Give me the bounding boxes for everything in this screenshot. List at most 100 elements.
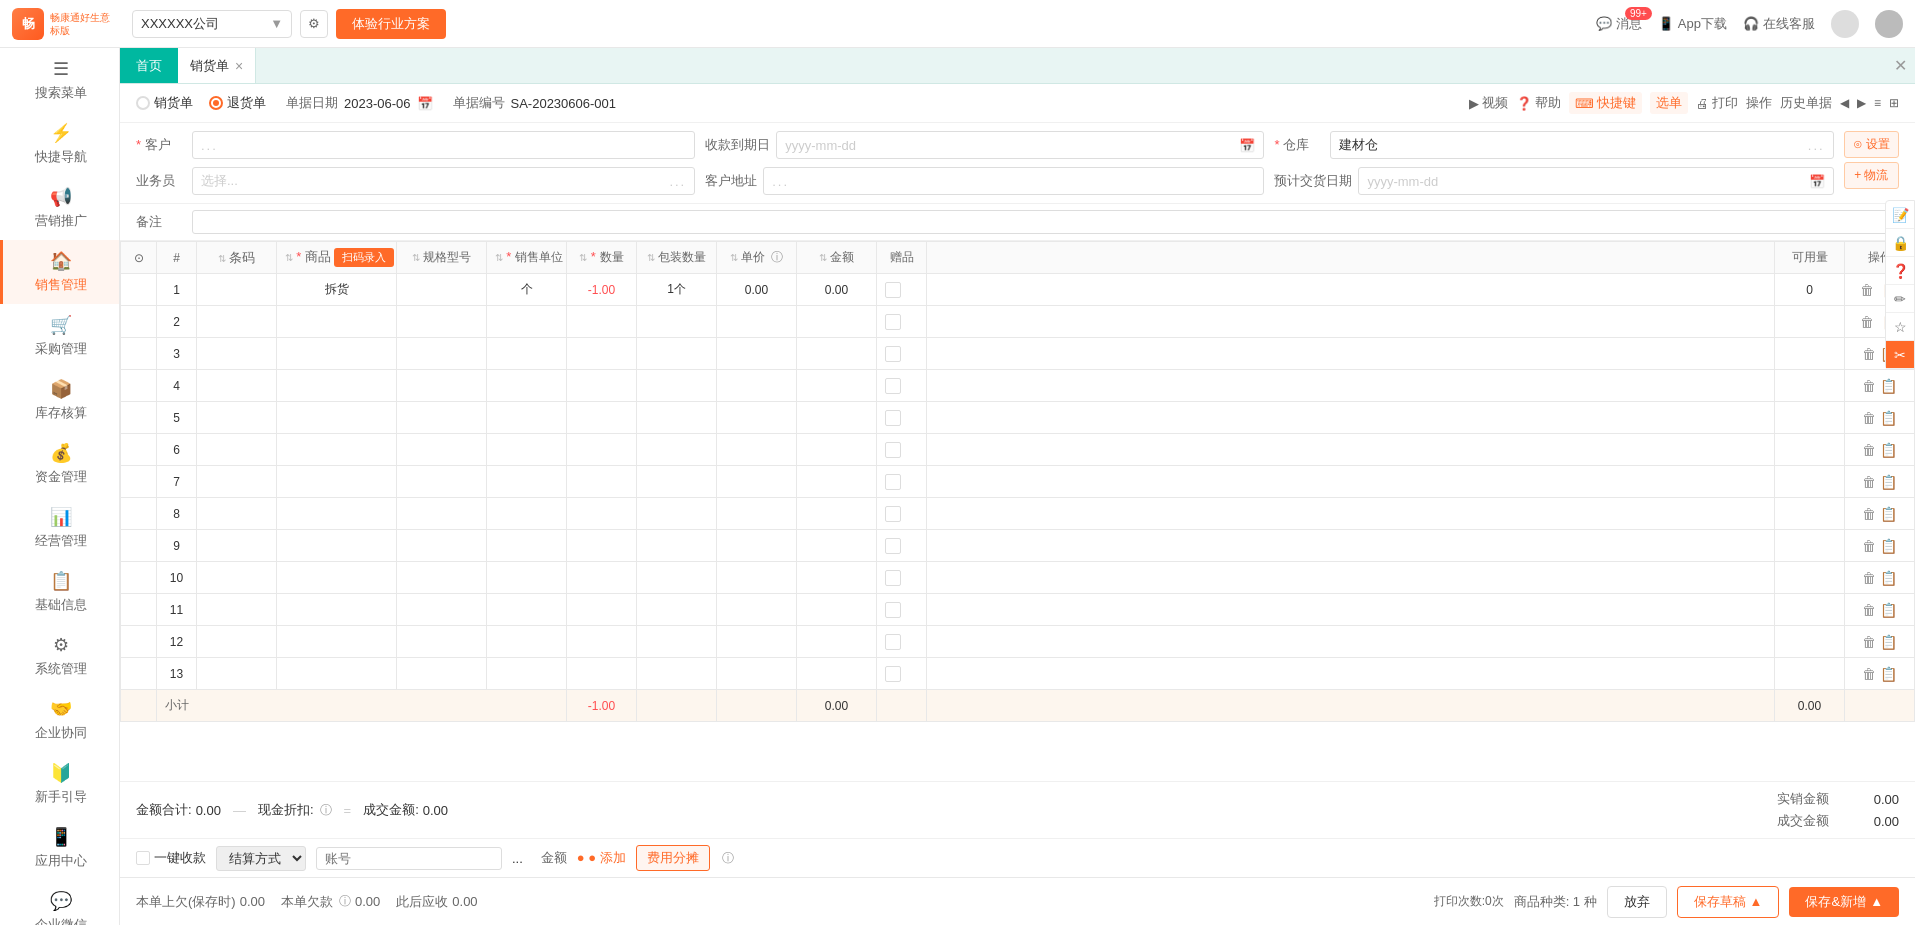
tab-sales-order[interactable]: 销货单 × [178, 48, 256, 83]
td-gift-1[interactable] [877, 274, 927, 306]
gift-checkbox-4[interactable] [885, 378, 901, 394]
remark-input[interactable] [192, 210, 1899, 234]
sidebar-item-search[interactable]: ☰ 搜索菜单 [0, 48, 119, 112]
cost-split-btn[interactable]: 费用分摊 [636, 845, 710, 871]
td-price-1[interactable]: 0.00 [717, 274, 797, 306]
tab-close-icon[interactable]: × [235, 58, 243, 74]
gift-checkbox-10[interactable] [885, 570, 901, 586]
sidebar-item-wechat[interactable]: 💬 企业微信 [0, 880, 119, 925]
delete-icon-1[interactable]: 🗑 [1860, 282, 1874, 298]
radio-return-order[interactable]: 退货单 [209, 94, 266, 112]
gift-checkbox-6[interactable] [885, 442, 901, 458]
gift-checkbox-9[interactable] [885, 538, 901, 554]
close-all-tabs-button[interactable]: ✕ [1894, 56, 1907, 75]
app-download-btn[interactable]: 📱 App下载 [1658, 15, 1727, 33]
delete-icon-8[interactable]: 🗑 [1862, 506, 1876, 522]
copy-icon-8[interactable]: 📋 [1880, 506, 1897, 522]
save-draft-button[interactable]: 保存草稿 ▲ [1677, 886, 1780, 918]
settings-gear-button[interactable]: ⚙ [300, 10, 328, 38]
delete-icon-13[interactable]: 🗑 [1862, 666, 1876, 682]
tab-home[interactable]: 首页 [120, 48, 178, 83]
radio-sales-order[interactable]: 销货单 [136, 94, 193, 112]
right-panel-edit-btn[interactable]: ✏ [1886, 285, 1914, 313]
online-service-btn[interactable]: 🎧 在线客服 [1743, 15, 1815, 33]
ops-btn[interactable]: 操作 [1746, 94, 1772, 112]
customer-input[interactable]: ... [192, 131, 695, 159]
copy-icon-5[interactable]: 📋 [1880, 410, 1897, 426]
price-info-icon[interactable]: ⓘ [771, 250, 783, 264]
delete-icon-9[interactable]: 🗑 [1862, 538, 1876, 554]
copy-icon-9[interactable]: 📋 [1880, 538, 1897, 554]
td-gift-2[interactable] [877, 306, 927, 338]
right-panel-question-btn[interactable]: ❓ [1886, 257, 1914, 285]
gift-checkbox-2[interactable] [885, 314, 901, 330]
copy-icon-4[interactable]: 📋 [1880, 378, 1897, 394]
user-avatar-2[interactable] [1875, 10, 1903, 38]
account-extra[interactable]: ... [512, 851, 523, 866]
right-panel-star-btn[interactable]: ☆ [1886, 313, 1914, 341]
gift-checkbox-12[interactable] [885, 634, 901, 650]
td-qty-1[interactable]: -1.00 [567, 274, 637, 306]
next-btn[interactable]: ▶ [1857, 96, 1866, 110]
logistics-button[interactable]: + 物流 [1844, 162, 1899, 189]
copy-icon-12[interactable]: 📋 [1880, 634, 1897, 650]
sidebar-item-sales[interactable]: 🏠 销售管理 [0, 240, 119, 304]
message-btn[interactable]: 💬 消息 99+ [1596, 15, 1642, 33]
gift-checkbox-11[interactable] [885, 602, 901, 618]
scan-btn[interactable]: 扫码录入 [334, 248, 394, 267]
delete-icon-10[interactable]: 🗑 [1862, 570, 1876, 586]
gift-checkbox-8[interactable] [885, 506, 901, 522]
add-payment-btn[interactable]: ● ● 添加 [577, 849, 626, 867]
sidebar-item-app-center[interactable]: 📱 应用中心 [0, 816, 119, 880]
gift-checkbox-5[interactable] [885, 410, 901, 426]
salesperson-input[interactable]: 选择... ... [192, 167, 695, 195]
sidebar-item-finance[interactable]: 💰 资金管理 [0, 432, 119, 496]
delete-icon-11[interactable]: 🗑 [1862, 602, 1876, 618]
copy-icon-10[interactable]: 📋 [1880, 570, 1897, 586]
save-new-button[interactable]: 保存&新增 ▲ [1789, 887, 1899, 917]
grid-view-btn[interactable]: ⊞ [1889, 96, 1899, 110]
delete-icon-12[interactable]: 🗑 [1862, 634, 1876, 650]
select-btn[interactable]: 选单 [1650, 92, 1688, 114]
one-click-payment-checkbox[interactable] [136, 851, 150, 865]
discount-info-icon[interactable]: ⓘ [320, 802, 332, 819]
delete-icon-5[interactable]: 🗑 [1862, 410, 1876, 426]
discard-button[interactable]: 放弃 [1607, 886, 1667, 918]
account-input[interactable] [316, 847, 502, 870]
total-owe-info-icon[interactable]: ⓘ [339, 893, 351, 910]
calendar-icon[interactable]: 📅 [417, 96, 433, 111]
copy-icon-13[interactable]: 📋 [1880, 666, 1897, 682]
right-panel-cut-btn[interactable]: ✂ [1886, 341, 1914, 369]
user-avatar[interactable] [1831, 10, 1859, 38]
gift-checkbox-3[interactable] [885, 346, 901, 362]
sidebar-item-base-info[interactable]: 📋 基础信息 [0, 560, 119, 624]
delete-icon-6[interactable]: 🗑 [1862, 442, 1876, 458]
help-btn[interactable]: ❓ 帮助 [1516, 94, 1561, 112]
payment-date-input[interactable]: yyyy-mm-dd 📅 [776, 131, 1264, 159]
td-amount-1[interactable]: 0.00 [797, 274, 877, 306]
sidebar-item-marketing[interactable]: 📢 营销推广 [0, 176, 119, 240]
right-panel-note-btn[interactable]: 📝 [1886, 201, 1914, 229]
gift-checkbox-13[interactable] [885, 666, 901, 682]
settings-button[interactable]: ⊙ 设置 [1844, 131, 1899, 158]
gift-checkbox-7[interactable] [885, 474, 901, 490]
calendar-icon-3[interactable]: 📅 [1809, 174, 1825, 189]
gift-checkbox-1[interactable] [885, 282, 901, 298]
sidebar-item-operations[interactable]: 📊 经营管理 [0, 496, 119, 560]
sidebar-item-purchase[interactable]: 🛒 采购管理 [0, 304, 119, 368]
print-btn[interactable]: 🖨 打印 [1696, 94, 1738, 112]
payment-info-icon[interactable]: ⓘ [722, 850, 734, 867]
sidebar-item-guide[interactable]: 🔰 新手引导 [0, 752, 119, 816]
video-btn[interactable]: ▶ 视频 [1469, 94, 1508, 112]
company-selector[interactable]: XXXXXX公司 ▼ [132, 10, 292, 38]
copy-icon-7[interactable]: 📋 [1880, 474, 1897, 490]
prev-btn[interactable]: ◀ [1840, 96, 1849, 110]
calc-method-select[interactable]: 结算方式 [216, 846, 306, 871]
sidebar-item-enterprise[interactable]: 🤝 企业协同 [0, 688, 119, 752]
sidebar-item-inventory[interactable]: 📦 库存核算 [0, 368, 119, 432]
delete-icon-2[interactable]: 🗑 [1860, 314, 1874, 330]
expected-date-input[interactable]: yyyy-mm-dd 📅 [1358, 167, 1833, 195]
history-btn[interactable]: 历史单据 [1780, 94, 1832, 112]
shortcut-btn[interactable]: ⌨ 快捷键 [1569, 92, 1642, 114]
warehouse-input[interactable]: 建材仓 ... [1330, 131, 1833, 159]
